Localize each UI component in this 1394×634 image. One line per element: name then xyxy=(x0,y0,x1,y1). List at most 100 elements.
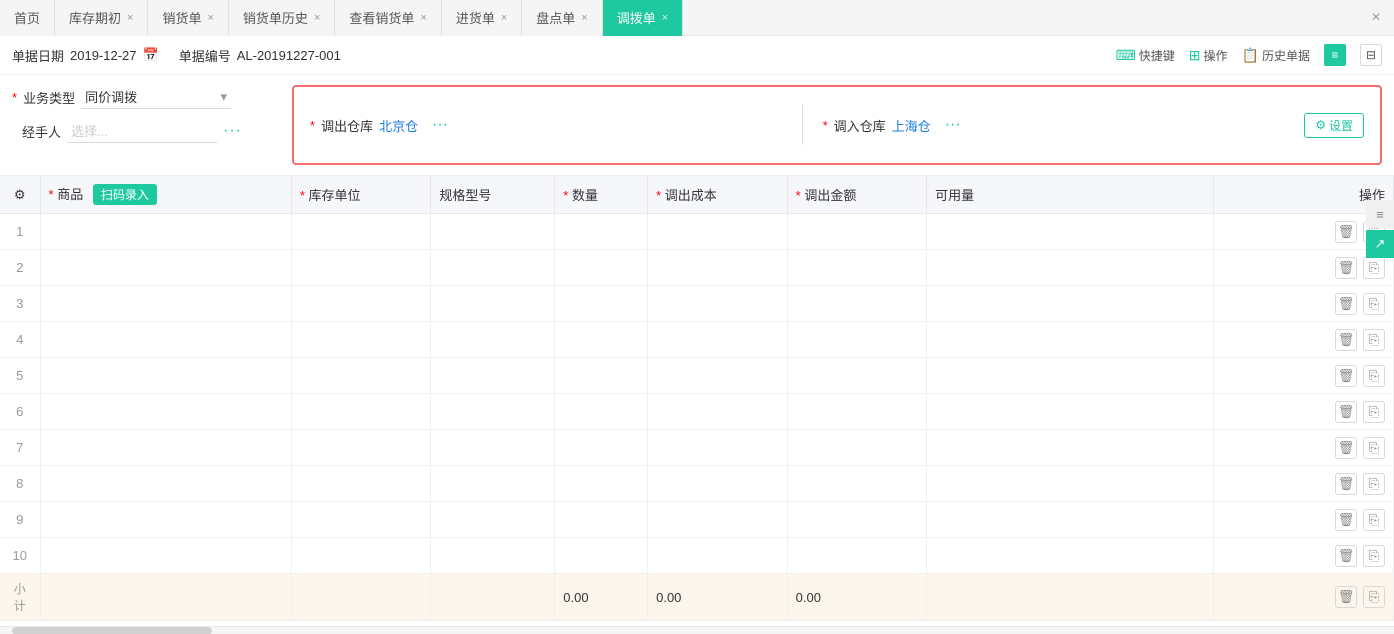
delete-row-btn[interactable]: 🗑 xyxy=(1335,365,1357,387)
warehouse-out-more-btn[interactable]: ··· xyxy=(432,116,448,134)
row-product[interactable] xyxy=(40,466,291,502)
row-product[interactable] xyxy=(40,538,291,574)
row-cost[interactable] xyxy=(648,322,788,358)
tab-sales-order[interactable]: 销货单 × xyxy=(148,0,228,36)
tab-transfer[interactable]: 调拨单 × xyxy=(603,0,683,36)
row-amount[interactable] xyxy=(787,286,927,322)
delete-row-btn[interactable]: 🗑 xyxy=(1335,257,1357,279)
row-cost[interactable] xyxy=(648,502,788,538)
row-unit[interactable] xyxy=(291,322,431,358)
delete-row-btn[interactable]: 🗑 xyxy=(1335,221,1357,243)
row-unit[interactable] xyxy=(291,538,431,574)
row-spec[interactable] xyxy=(431,250,555,286)
delete-row-btn[interactable]: 🗑 xyxy=(1335,473,1357,495)
list-view-btn[interactable]: ≡ xyxy=(1324,44,1346,66)
row-qty[interactable] xyxy=(555,466,648,502)
row-qty[interactable] xyxy=(555,286,648,322)
row-available[interactable] xyxy=(927,322,1214,358)
row-unit[interactable] xyxy=(291,358,431,394)
copy-row-btn[interactable]: ⎘ xyxy=(1363,257,1385,279)
row-product[interactable] xyxy=(40,502,291,538)
row-qty[interactable] xyxy=(555,538,648,574)
row-unit[interactable] xyxy=(291,250,431,286)
delete-row-btn[interactable]: 🗑 xyxy=(1335,545,1357,567)
float-export-btn[interactable]: ↗ xyxy=(1366,230,1394,258)
row-cost[interactable] xyxy=(648,286,788,322)
tab-purchase[interactable]: 进货单 × xyxy=(442,0,522,36)
horizontal-scrollbar[interactable] xyxy=(0,626,1394,634)
handler-select[interactable]: 选择... xyxy=(67,119,217,143)
tab-close-sales-order[interactable]: × xyxy=(207,12,213,24)
close-main-button[interactable]: × xyxy=(1358,0,1394,36)
row-unit[interactable] xyxy=(291,430,431,466)
row-qty[interactable] xyxy=(555,322,648,358)
delete-row-btn[interactable]: 🗑 xyxy=(1335,509,1357,531)
row-product[interactable] xyxy=(40,358,291,394)
row-qty[interactable] xyxy=(555,214,648,250)
row-unit[interactable] xyxy=(291,394,431,430)
row-product[interactable] xyxy=(40,250,291,286)
row-amount[interactable] xyxy=(787,358,927,394)
subtotal-delete-btn[interactable]: 🗑 xyxy=(1335,586,1357,608)
row-spec[interactable] xyxy=(431,430,555,466)
row-amount[interactable] xyxy=(787,250,927,286)
row-product[interactable] xyxy=(40,286,291,322)
row-spec[interactable] xyxy=(431,214,555,250)
row-amount[interactable] xyxy=(787,430,927,466)
row-cost[interactable] xyxy=(648,394,788,430)
row-available[interactable] xyxy=(927,250,1214,286)
copy-row-btn[interactable]: ⎘ xyxy=(1363,473,1385,495)
row-qty[interactable] xyxy=(555,358,648,394)
row-available[interactable] xyxy=(927,502,1214,538)
row-available[interactable] xyxy=(927,430,1214,466)
row-cost[interactable] xyxy=(648,214,788,250)
row-available[interactable] xyxy=(927,214,1214,250)
copy-row-btn[interactable]: ⎘ xyxy=(1363,401,1385,423)
row-amount[interactable] xyxy=(787,502,927,538)
operation-btn[interactable]: ⊞ 操作 xyxy=(1189,47,1228,64)
row-qty[interactable] xyxy=(555,250,648,286)
row-spec[interactable] xyxy=(431,538,555,574)
row-available[interactable] xyxy=(927,394,1214,430)
copy-row-btn[interactable]: ⎘ xyxy=(1363,545,1385,567)
tab-close-sales-history[interactable]: × xyxy=(314,12,320,24)
row-cost[interactable] xyxy=(648,430,788,466)
settings-button[interactable]: ⚙ 设置 xyxy=(1304,113,1364,138)
row-amount[interactable] xyxy=(787,394,927,430)
row-spec[interactable] xyxy=(431,502,555,538)
row-spec[interactable] xyxy=(431,322,555,358)
tab-inventory-init[interactable]: 库存期初 × xyxy=(55,0,148,36)
row-spec[interactable] xyxy=(431,286,555,322)
delete-row-btn[interactable]: 🗑 xyxy=(1335,437,1357,459)
scrollbar-thumb[interactable] xyxy=(12,627,212,634)
copy-row-btn[interactable]: ⎘ xyxy=(1363,509,1385,531)
tab-home[interactable]: 首页 xyxy=(0,0,55,36)
calendar-icon[interactable]: 📅 xyxy=(143,47,159,63)
row-product[interactable] xyxy=(40,322,291,358)
tab-close-inventory-init[interactable]: × xyxy=(127,12,133,24)
copy-row-btn[interactable]: ⎘ xyxy=(1363,437,1385,459)
row-unit[interactable] xyxy=(291,286,431,322)
row-unit[interactable] xyxy=(291,466,431,502)
tab-close-purchase[interactable]: × xyxy=(501,12,507,24)
biz-type-select[interactable]: 同价调拨 ▾ xyxy=(81,85,231,109)
row-product[interactable] xyxy=(40,214,291,250)
row-available[interactable] xyxy=(927,286,1214,322)
row-amount[interactable] xyxy=(787,538,927,574)
tab-inventory[interactable]: 盘点单 × xyxy=(522,0,602,36)
handler-more-btn[interactable]: ··· xyxy=(223,122,242,140)
shortcut-btn[interactable]: ⌨ 快捷键 xyxy=(1116,47,1175,64)
subtotal-copy-btn[interactable]: ⎘ xyxy=(1363,586,1385,608)
tab-close-inventory[interactable]: × xyxy=(581,12,587,24)
row-available[interactable] xyxy=(927,358,1214,394)
row-spec[interactable] xyxy=(431,358,555,394)
row-amount[interactable] xyxy=(787,322,927,358)
tab-sales-history[interactable]: 销货单历史 × xyxy=(229,0,335,36)
delete-row-btn[interactable]: 🗑 xyxy=(1335,329,1357,351)
warehouse-in-more-btn[interactable]: ··· xyxy=(945,116,961,134)
row-cost[interactable] xyxy=(648,538,788,574)
tab-close-view-sales[interactable]: × xyxy=(420,12,426,24)
row-qty[interactable] xyxy=(555,430,648,466)
row-amount[interactable] xyxy=(787,466,927,502)
row-cost[interactable] xyxy=(648,250,788,286)
